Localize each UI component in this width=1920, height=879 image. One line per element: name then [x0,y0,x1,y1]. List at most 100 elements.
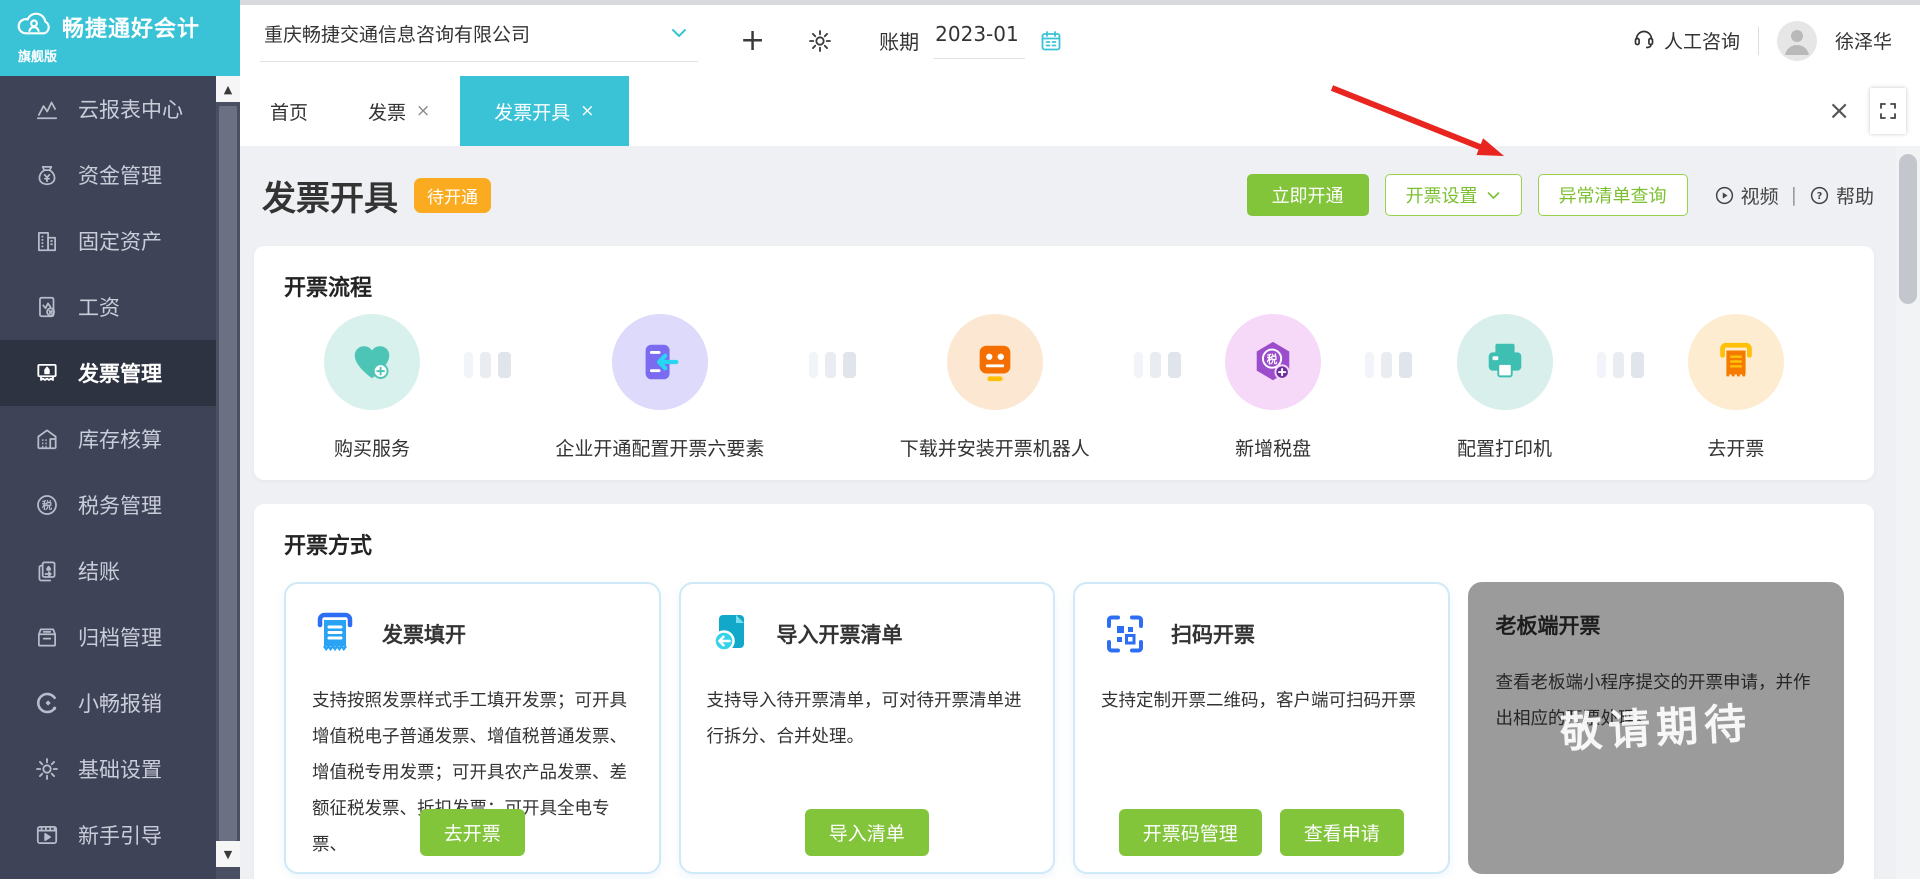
help-link[interactable]: ? 帮助 [1809,182,1874,209]
qr-code-manage-button[interactable]: 开票码管理 [1118,809,1262,856]
tab-close-icon[interactable]: × [416,101,430,121]
sidebar-scrollbar: ▲ ▼ [216,76,240,879]
invoice-icon [34,360,60,386]
warehouse-icon [34,426,60,452]
topbar: 重庆畅捷交通信息咨询有限公司 + 账期 2023-01 人工咨询 徐泽华 [240,5,1920,76]
sidebar-item-inventory[interactable]: 库存核算 [0,406,216,472]
sidebar-item-label: 固定资产 [78,230,162,254]
cloud-logo-icon [14,10,54,44]
sidebar-item-salary[interactable]: 工资 [0,274,216,340]
tab-home[interactable]: 首页 [240,76,338,146]
qr-scan-icon [1101,610,1149,658]
card-boss-invoice: 老板端开票 查看老板端小程序提交的开票申请，并作出相应的开票处理。 敬请期待 [1467,582,1844,874]
import-list-icon [707,610,755,658]
question-circle-icon: ? [1810,186,1829,204]
tax-seal-icon: 税 [34,492,60,518]
flow-separator [1596,352,1644,378]
card-title: 扫码开票 [1171,623,1255,647]
card-title: 老板端开票 [1495,614,1601,638]
flow-step-label: 购买服务 [333,438,410,460]
sidebar-scrollbar-thumb[interactable] [219,106,237,841]
close-icon[interactable]: × [1828,98,1850,124]
company-selector[interactable]: 重庆畅捷交通信息咨询有限公司 [260,20,699,62]
status-badge: 待开通 [414,177,491,213]
svg-text:税: 税 [1267,353,1278,366]
fullscreen-icon[interactable] [1870,88,1906,134]
flow-step-install-robot: 下载并安装开票机器人 [900,314,1090,461]
flow-step-add-tax-disk: 税 新增税盘 [1225,314,1322,461]
sidebar-item-beginner-guide[interactable]: 新手引导 [0,802,216,868]
flow-step-configure-elements: 企业开通配置开票六要素 [555,314,764,461]
flow-step-label: 配置打印机 [1457,438,1553,460]
flow-title: 开票流程 [284,276,373,301]
app-window: 畅捷通好会计 旗舰版 云报表中心 资金管理 固定资产 工资 发票管理 库存核算 … [0,0,1920,879]
sidebar-item-tax[interactable]: 税 税务管理 [0,472,216,538]
company-name: 重庆畅捷交通信息咨询有限公司 [264,23,531,46]
tab-invoice[interactable]: 发票 × [338,76,460,146]
add-account-button[interactable]: + [740,25,765,56]
video-label: 视频 [1740,185,1779,208]
sidebar-item-contact-support[interactable]: 联系客服 [0,868,216,879]
tab-label: 发票开具 [494,101,571,124]
chevron-down-icon [1487,191,1499,199]
sidebar-item-xiaochang-expense[interactable]: 小畅报销 [0,670,216,736]
sidebar-item-label: 工资 [78,296,120,320]
tab-label: 首页 [270,101,309,124]
card-description: 支持定制开票二维码，客户端可扫码开票 [1101,691,1416,711]
activate-now-button[interactable]: 立即开通 [1246,174,1369,216]
abnormal-list-button[interactable]: 异常清单查询 [1537,174,1688,216]
closing-doc-icon [34,558,60,584]
brand-block: 畅捷通好会计 旗舰版 [0,0,240,76]
tab-close-icon[interactable]: × [580,101,594,121]
period-value[interactable]: 2023-01 [933,22,1025,59]
sidebar-scroll-up-arrow[interactable]: ▲ [216,76,240,102]
sidebar-item-label: 归档管理 [78,626,162,650]
sidebar-item-fixed-assets[interactable]: 固定资产 [0,208,216,274]
sidebar-item-closing[interactable]: 结账 [0,538,216,604]
flow-step-label: 企业开通配置开票六要素 [555,438,765,460]
robot-icon [979,345,1011,382]
sidebar-item-cloud-reports[interactable]: 云报表中心 [0,76,216,142]
tab-label: 发票 [368,101,407,124]
sidebar-item-basic-settings[interactable]: 基础设置 [0,736,216,802]
settings-gear-icon[interactable] [807,28,833,54]
flow-step-label: 去开票 [1707,438,1765,460]
sidebar-item-archive[interactable]: 归档管理 [0,604,216,670]
help-label: 帮助 [1835,185,1874,208]
sidebar-item-label: 结账 [78,560,120,584]
main-scrollbar-thumb[interactable] [1899,154,1917,304]
money-bag-icon [34,162,60,188]
manual-consult-link[interactable]: 人工咨询 [1632,26,1740,55]
card-qr-invoice: 扫码开票 支持定制开票二维码，客户端可扫码开票 开票码管理 查看申请 [1073,582,1450,874]
calendar-icon[interactable] [1039,29,1063,53]
main-area: 重庆畅捷交通信息咨询有限公司 + 账期 2023-01 人工咨询 徐泽华 首页 … [240,0,1920,879]
sidebar-item-label: 云报表中心 [78,98,183,122]
go-invoice-button[interactable]: 去开票 [419,809,525,856]
sidebar-item-funds[interactable]: 资金管理 [0,142,216,208]
link-divider: | [1790,184,1797,206]
sidebar-scroll-down-arrow[interactable]: ▼ [216,841,240,867]
card-invoice-fill: 发票填开 支持按照发票样式手工填开发票；可开具增值税电子普通发票、增值税普通发票… [284,582,661,874]
tab-invoice-issuing[interactable]: 发票开具 × [460,76,629,146]
card-import-list: 导入开票清单 支持导入待开票清单，可对待开票清单进行拆分、合并处理。 导入清单 [678,582,1055,874]
view-applications-button[interactable]: 查看申请 [1279,809,1404,856]
flow-separator [1133,352,1181,378]
import-list-button[interactable]: 导入清单 [804,809,929,856]
sidebar-item-invoice-management[interactable]: 发票管理 [0,340,216,406]
sidebar: 畅捷通好会计 旗舰版 云报表中心 资金管理 固定资产 工资 发票管理 库存核算 … [0,0,240,879]
card-title: 发票填开 [382,623,466,647]
consult-label: 人工咨询 [1663,31,1740,53]
invoice-settings-button[interactable]: 开票设置 [1384,174,1522,216]
building-icon [34,228,60,254]
invoice-settings-label: 开票设置 [1405,186,1478,207]
flow-separator [808,352,856,378]
xiaochang-icon [34,690,60,716]
heart-plus-icon [354,346,390,379]
card-title: 导入开票清单 [776,623,903,647]
sidebar-item-label: 资金管理 [78,164,162,188]
video-link[interactable]: 视频 [1714,182,1779,209]
avatar[interactable] [1776,20,1817,61]
flow-step-buy-service: 购买服务 [324,314,420,461]
methods-title: 开票方式 [284,534,373,559]
username[interactable]: 徐泽华 [1835,27,1892,54]
